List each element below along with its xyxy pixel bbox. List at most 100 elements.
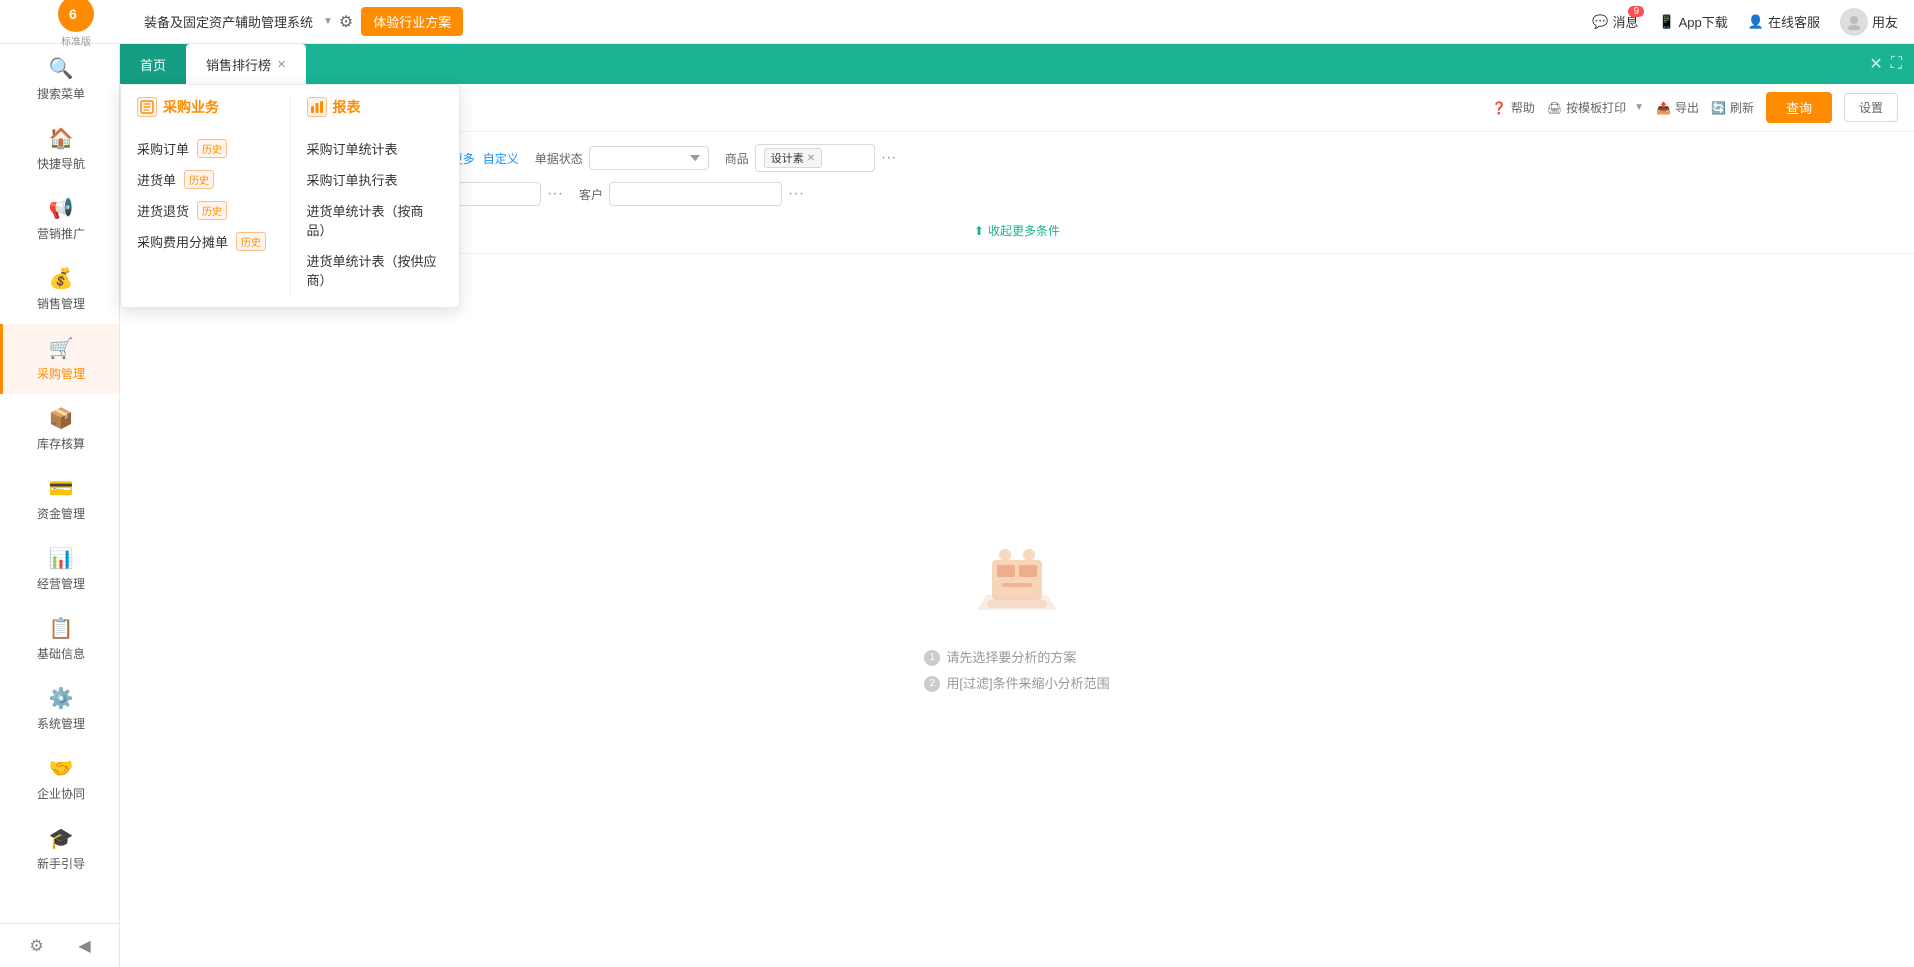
- settings-btn[interactable]: 设置: [1844, 93, 1898, 122]
- sidebar-item-sales[interactable]: 💰 销售管理: [0, 254, 119, 324]
- menu-item-purchase-order[interactable]: 采购订单 历史: [137, 133, 274, 164]
- goods-tag-container[interactable]: 设计素 ✕: [755, 144, 875, 172]
- history-badge-0: 历史: [197, 139, 227, 158]
- logo-icon: 6: [58, 0, 94, 32]
- marketing-icon: 📢: [49, 196, 74, 221]
- sidebar-settings-btn[interactable]: ⚙: [29, 936, 43, 956]
- empty-tip-1: 1 请先选择要分析的方案: [924, 645, 1109, 671]
- doc-status-label: 单据状态: [535, 150, 583, 167]
- purchase-icon: 🛒: [49, 336, 74, 361]
- message-badge: 9: [1628, 6, 1644, 17]
- tab-bar: 首页 销售排行榜 ✕ ✕ ⛶: [120, 44, 1914, 84]
- date-link-custom[interactable]: 自定义: [483, 150, 519, 167]
- basic-icon: 📋: [49, 616, 74, 641]
- inventory-icon: 📦: [49, 406, 74, 431]
- goods-more-btn[interactable]: ···: [881, 149, 897, 167]
- user-menu[interactable]: 用友: [1840, 8, 1898, 36]
- purchase-col-icon: [137, 97, 157, 117]
- goods-tag: 设计素 ✕: [764, 148, 822, 168]
- doc-status-dropdown-icon: ▼: [691, 153, 701, 164]
- menu-item-purchase-expense[interactable]: 采购费用分摊单 历史: [137, 226, 274, 257]
- logo: 6 标准版: [16, 0, 136, 48]
- sidebar-item-quicknav[interactable]: 🏠 快捷导航: [0, 114, 119, 184]
- reports-col-icon: [307, 97, 327, 117]
- user-avatar: [1840, 8, 1868, 36]
- sidebar-item-operations[interactable]: 📊 经营管理: [0, 534, 119, 604]
- history-badge-1: 历史: [184, 170, 214, 189]
- sidebar-collapse-btn[interactable]: ◀: [78, 936, 90, 956]
- sales-icon: 💰: [49, 266, 74, 291]
- customer-input[interactable]: [609, 182, 782, 206]
- sidebar-item-basic[interactable]: 📋 基础信息: [0, 604, 119, 674]
- menu-item-goods-in-stats-by-goods[interactable]: 进货单统计表（按商品）: [307, 195, 444, 245]
- menu-item-goods-in[interactable]: 进货单 历史: [137, 164, 274, 195]
- export-btn[interactable]: 📤 导出: [1656, 99, 1699, 116]
- sidebar-item-system[interactable]: ⚙️ 系统管理: [0, 674, 119, 744]
- message-btn[interactable]: 💬 消息 9: [1592, 12, 1638, 31]
- sidebar-item-inventory[interactable]: 📦 库存核算: [0, 394, 119, 464]
- system-dropdown-icon[interactable]: ▼: [323, 16, 333, 27]
- sidebar-bottom-bar: ⚙ ◀: [0, 923, 120, 967]
- search-icon: 🔍: [49, 56, 74, 81]
- menu-item-order-exec[interactable]: 采购订单执行表: [307, 164, 444, 195]
- settings-icon[interactable]: ⚙: [339, 12, 353, 32]
- trial-button[interactable]: 体验行业方案: [361, 7, 463, 36]
- menu-col-reports: 报表 采购订单统计表 采购订单执行表 进货单统计表（按商品） 进货单统计表（按供…: [290, 97, 460, 295]
- customer-filter: 客户 ···: [579, 182, 804, 206]
- logo-subtext: 标准版: [61, 33, 91, 48]
- home-icon: 🏠: [49, 126, 74, 151]
- menu-item-goods-return[interactable]: 进货退货 历史: [137, 195, 274, 226]
- customer-more-btn[interactable]: ···: [788, 185, 804, 203]
- print-icon: 🖨: [1547, 101, 1562, 115]
- phone-icon: 📱: [1658, 14, 1674, 30]
- collapse-up-icon: ⬆: [974, 224, 984, 238]
- enterprise-icon: 🤝: [49, 756, 74, 781]
- operations-icon: 📊: [49, 546, 74, 571]
- app-download-btn[interactable]: 📱 App下载: [1658, 12, 1727, 31]
- tab-window-close-btn[interactable]: ✕: [1869, 54, 1882, 74]
- sidebar-item-marketing[interactable]: 📢 营销推广: [0, 184, 119, 254]
- menu-col-purchase: 采购业务 采购订单 历史 进货单 历史 进货退货 历史 采购费用分摊单 历史: [121, 97, 290, 295]
- online-service-btn[interactable]: 👤 在线客服: [1748, 12, 1820, 31]
- customer-label: 客户: [579, 186, 603, 203]
- menu-col-reports-title: 报表: [307, 97, 444, 123]
- menu-item-goods-in-stats-by-supplier[interactable]: 进货单统计表（按供应商）: [307, 245, 444, 295]
- history-badge-3: 历史: [236, 232, 266, 251]
- menu-columns: 采购业务 采购订单 历史 进货单 历史 进货退货 历史 采购费用分摊单 历史: [121, 97, 459, 295]
- sidebar: 🔍 搜索菜单 🏠 快捷导航 📢 营销推广 💰 销售管理 🛒 采购管理 📦 库存核…: [0, 44, 120, 967]
- tab-sales-rank[interactable]: 销售排行榜 ✕: [186, 44, 306, 84]
- help-btn[interactable]: ❓ 帮助: [1492, 99, 1535, 116]
- sidebar-item-newbie[interactable]: 🎓 新手引导: [0, 814, 119, 884]
- history-badge-2: 历史: [197, 201, 227, 220]
- sidebar-item-search[interactable]: 🔍 搜索菜单: [0, 44, 119, 114]
- sidebar-item-purchase[interactable]: 🛒 采购管理: [0, 324, 119, 394]
- sidebar-item-enterprise[interactable]: 🤝 企业协同: [0, 744, 119, 814]
- tab-home[interactable]: 首页: [120, 44, 186, 84]
- top-bar: 6 标准版 装备及固定资产辅助管理系统 ▼ ⚙ 体验行业方案 💬 消息 9 📱 …: [0, 0, 1914, 44]
- refresh-icon: 🔄: [1711, 101, 1726, 115]
- goods-label: 商品: [725, 150, 749, 167]
- service-icon: 👤: [1748, 14, 1764, 30]
- tab-close-icon[interactable]: ✕: [277, 58, 286, 71]
- tag-close-icon[interactable]: ✕: [807, 153, 815, 164]
- query-btn[interactable]: 查询: [1766, 92, 1832, 123]
- refresh-btn[interactable]: 🔄 刷新: [1711, 99, 1754, 116]
- print-dropdown-icon: ▼: [1634, 102, 1644, 113]
- salesperson-more-btn[interactable]: ···: [547, 185, 563, 203]
- purchase-dropdown-menu: 采购业务 采购订单 历史 进货单 历史 进货退货 历史 采购费用分摊单 历史: [120, 84, 460, 308]
- menu-item-order-stats[interactable]: 采购订单统计表: [307, 133, 444, 164]
- doc-status-filter: 单据状态 ▼: [535, 146, 709, 170]
- sidebar-item-finance[interactable]: 💳 资金管理: [0, 464, 119, 534]
- collapse-btn[interactable]: ⬆ 收起更多条件: [974, 222, 1060, 239]
- system-name: 装备及固定资产辅助管理系统: [144, 12, 313, 31]
- tab-bar-actions: ✕ ⛶: [1869, 54, 1914, 74]
- tab-maximize-btn[interactable]: ⛶: [1891, 55, 1902, 73]
- empty-illustration: [967, 525, 1067, 625]
- newbie-icon: 🎓: [49, 826, 74, 851]
- message-icon: 💬: [1592, 14, 1608, 30]
- export-icon: 📤: [1656, 101, 1671, 115]
- top-right-actions: 💬 消息 9 📱 App下载 👤 在线客服 用友: [1592, 8, 1898, 36]
- goods-filter: 商品 设计素 ✕ ···: [725, 144, 897, 172]
- system-name-area[interactable]: 装备及固定资产辅助管理系统 ▼ ⚙: [144, 12, 353, 32]
- print-btn[interactable]: 🖨 按模板打印 ▼: [1547, 99, 1644, 116]
